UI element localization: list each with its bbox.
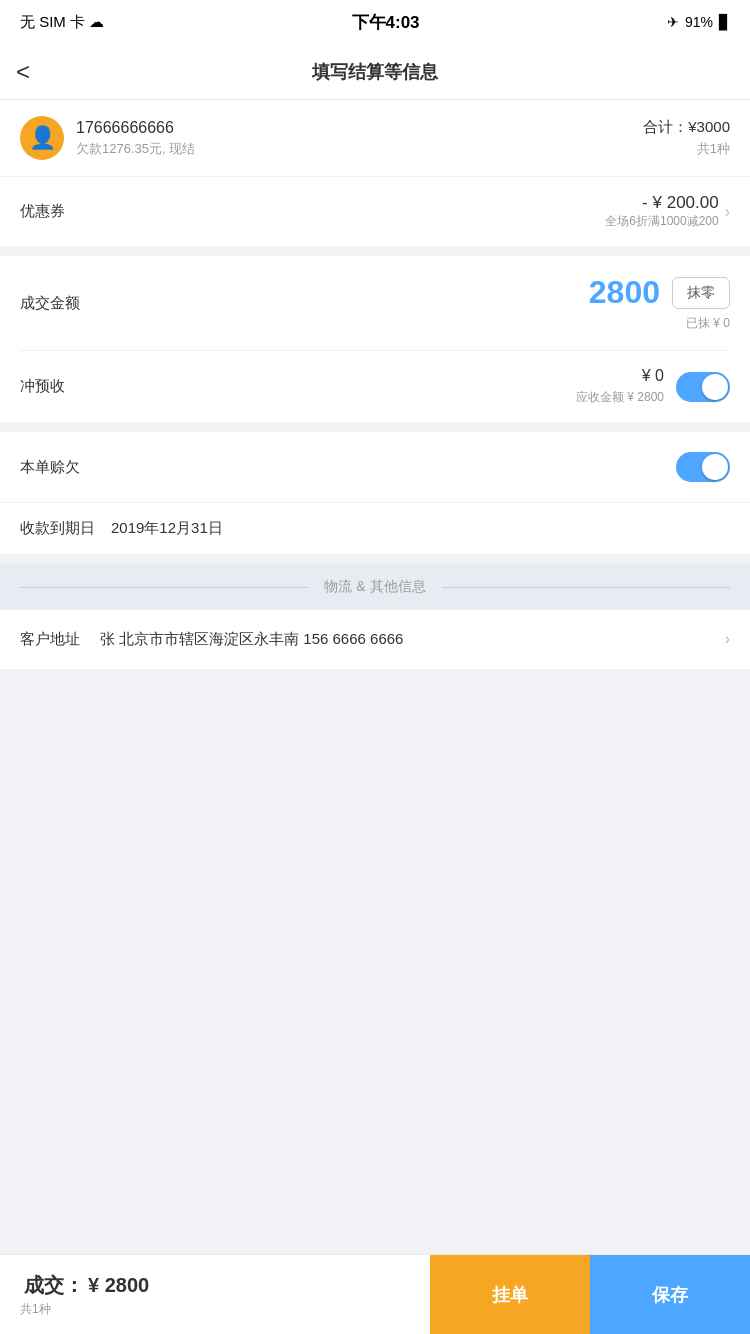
total-count: 共1种 <box>643 140 730 158</box>
gray-area <box>0 679 750 799</box>
due-label: 收款到期日 <box>20 519 95 538</box>
deal-section: 成交金额 2800 抹零 已抹 ¥ 0 冲预收 ¥ 0 应收金额 ¥ 2800 <box>0 256 750 422</box>
coupon-discount: - ¥ 200.00 <box>605 193 718 213</box>
due-date: 2019年12月31日 <box>111 519 223 538</box>
prepay-label: 冲预收 <box>20 377 65 396</box>
customer-row: 👤 17666666666 欠款1276.35元, 现结 合计：¥3000 共1… <box>0 100 750 176</box>
address-label: 客户地址 <box>20 630 80 649</box>
deal-row: 成交金额 2800 抹零 已抹 ¥ 0 <box>20 256 730 351</box>
divider-line-left <box>20 587 308 588</box>
bottom-count: 共1种 <box>20 1301 410 1318</box>
deal-prefix: 成交： <box>24 1274 84 1296</box>
sim-label: 无 SIM 卡 ☁ <box>20 13 104 32</box>
prepay-amount: ¥ 0 <box>576 367 664 385</box>
divider-line-right <box>442 587 730 588</box>
nav-bar: < 填写结算等信息 <box>0 44 750 100</box>
address-row[interactable]: 客户地址 张 北京市市辖区海淀区永丰南 156 6666 6666 › <box>0 610 750 669</box>
status-right: ✈ 91% ▊ <box>667 14 730 30</box>
debt-toggle[interactable] <box>676 452 730 482</box>
status-bar: 无 SIM 卡 ☁ 下午4:03 ✈ 91% ▊ <box>0 0 750 44</box>
coupon-label: 优惠券 <box>20 202 65 221</box>
debt-row: 本单赊欠 <box>0 432 750 502</box>
address-value: 张 北京市市辖区海淀区永丰南 156 6666 6666 <box>100 628 725 651</box>
customer-left: 👤 17666666666 欠款1276.35元, 现结 <box>20 116 195 160</box>
prepay-toggle[interactable] <box>676 372 730 402</box>
location-icon: ✈ <box>667 14 679 30</box>
deal-label: 成交金额 <box>20 294 80 313</box>
debt-section: 本单赊欠 收款到期日 2019年12月31日 <box>0 432 750 554</box>
customer-phone: 17666666666 <box>76 119 195 137</box>
battery-label: 91% <box>685 14 713 30</box>
deal-value-group: 2800 抹零 <box>589 274 730 311</box>
prepay-right: ¥ 0 应收金额 ¥ 2800 <box>576 367 730 406</box>
customer-info: 17666666666 欠款1276.35元, 现结 <box>76 119 195 158</box>
round-button[interactable]: 抹零 <box>672 277 730 309</box>
chevron-right-icon: › <box>725 203 730 221</box>
address-section: 客户地址 张 北京市市辖区海淀区永丰南 156 6666 6666 › <box>0 610 750 669</box>
due-row: 收款到期日 2019年12月31日 <box>0 502 750 554</box>
deal-amount: 2800 <box>589 274 660 311</box>
debt-label: 本单赊欠 <box>20 458 80 477</box>
logistics-divider: 物流 & 其他信息 <box>0 564 750 610</box>
deal-sub: 已抹 ¥ 0 <box>589 315 730 332</box>
coupon-desc: 全场6折满1000减200 <box>605 213 718 230</box>
battery-icon: ▊ <box>719 14 730 30</box>
bottom-deal-label: 成交：¥ 2800 <box>20 1272 410 1299</box>
prepay-row: 冲预收 ¥ 0 应收金额 ¥ 2800 <box>20 351 730 422</box>
customer-debt: 欠款1276.35元, 现结 <box>76 140 195 158</box>
address-chevron-icon: › <box>725 630 730 648</box>
total-amount: 合计：¥3000 <box>643 118 730 137</box>
coupon-right: - ¥ 200.00 全场6折满1000减200 › <box>605 193 730 230</box>
prepay-sub: 应收金额 ¥ 2800 <box>576 389 664 406</box>
page-title: 填写结算等信息 <box>312 60 438 84</box>
logistics-label: 物流 & 其他信息 <box>324 578 425 596</box>
status-left: 无 SIM 卡 ☁ <box>20 13 104 32</box>
save-button[interactable]: 保存 <box>590 1255 750 1335</box>
pending-button[interactable]: 挂单 <box>430 1255 590 1335</box>
bottom-bar: 成交：¥ 2800 共1种 挂单 保存 <box>0 1254 750 1334</box>
coupon-row[interactable]: 优惠券 - ¥ 200.00 全场6折满1000减200 › <box>0 176 750 246</box>
back-button[interactable]: < <box>16 58 30 86</box>
customer-section: 👤 17666666666 欠款1276.35元, 现结 合计：¥3000 共1… <box>0 100 750 246</box>
status-time: 下午4:03 <box>352 11 420 34</box>
customer-right: 合计：¥3000 共1种 <box>643 118 730 158</box>
bottom-summary: 成交：¥ 2800 共1种 <box>0 1272 430 1318</box>
bottom-deal-amount: ¥ 2800 <box>88 1274 149 1296</box>
avatar: 👤 <box>20 116 64 160</box>
